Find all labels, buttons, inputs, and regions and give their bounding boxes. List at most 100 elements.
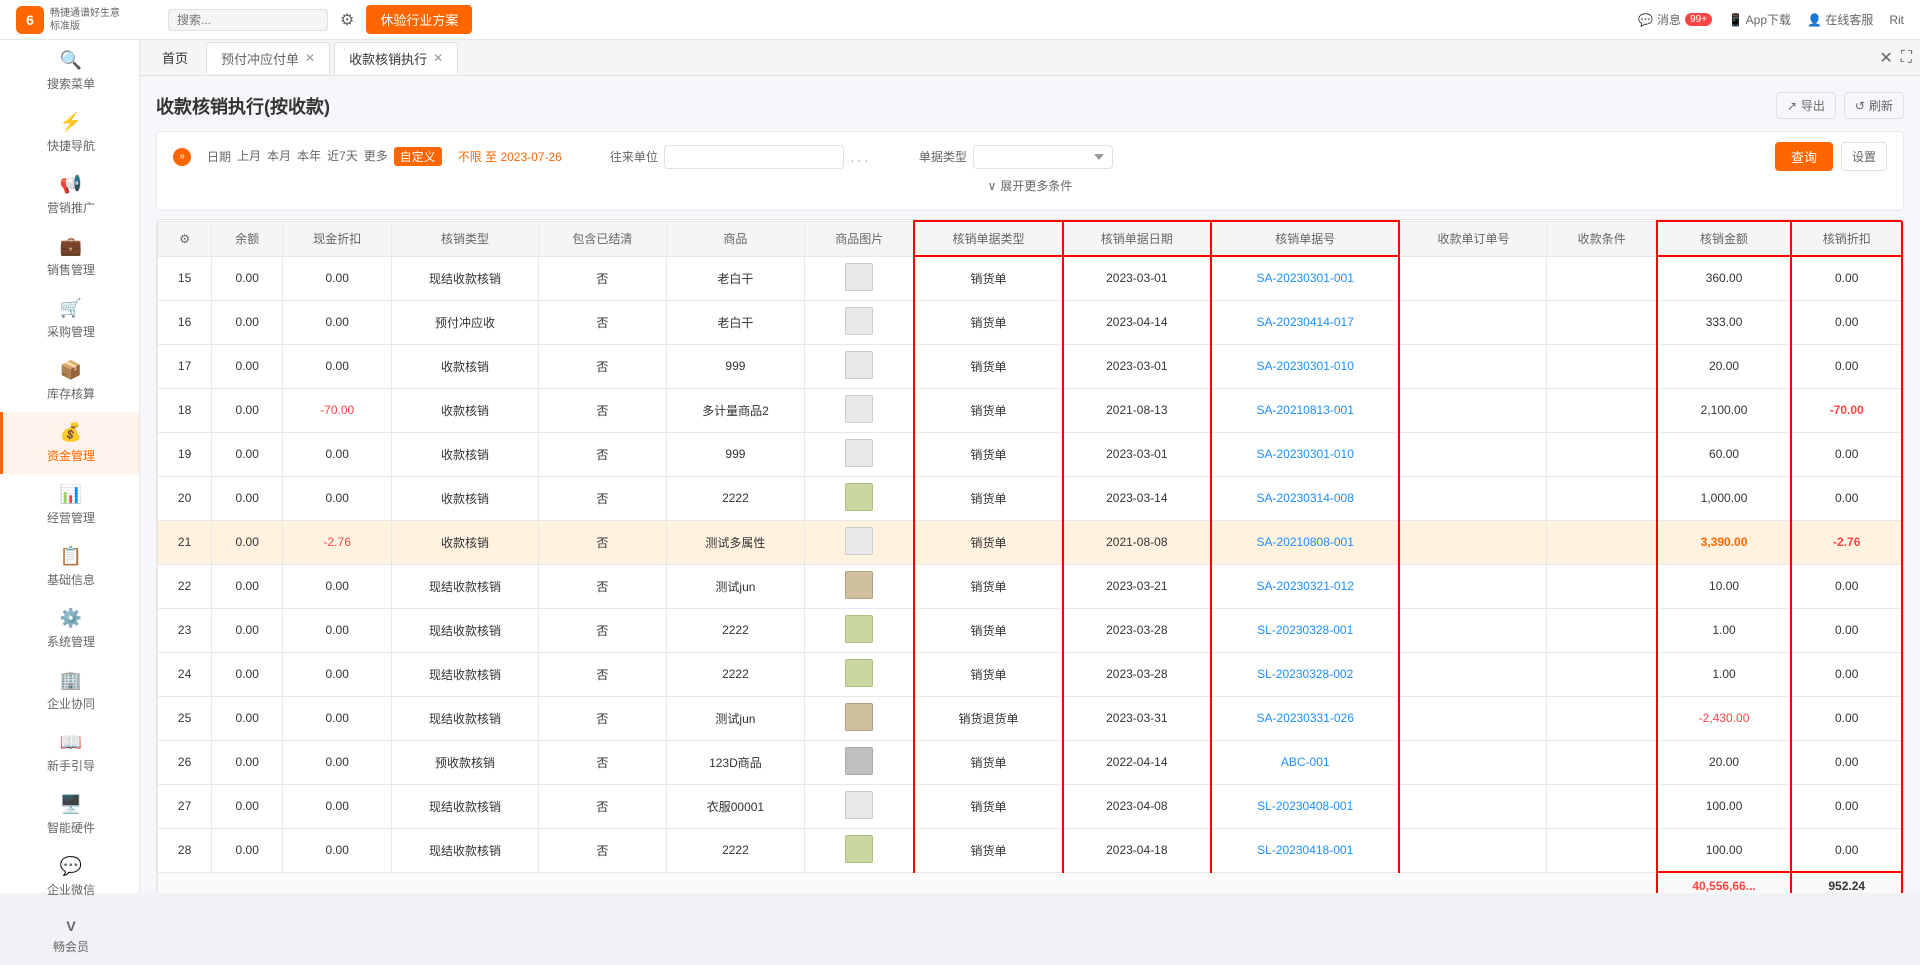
goods-image xyxy=(845,703,873,731)
row-bill-no[interactable]: SL-20230418-001 xyxy=(1211,828,1399,872)
sidebar-item-guide[interactable]: 📖 新手引导 xyxy=(0,722,139,784)
row-bill-no[interactable]: SA-20230331-026 xyxy=(1211,696,1399,740)
row-bill-no[interactable]: SA-20230414-017 xyxy=(1211,300,1399,344)
row-bill-no[interactable]: SA-20230321-012 xyxy=(1211,564,1399,608)
row-bill-no[interactable]: SL-20230328-002 xyxy=(1211,652,1399,696)
export-btn[interactable]: ↗ 导出 xyxy=(1776,92,1836,119)
settings-btn[interactable]: 设置 xyxy=(1841,142,1887,171)
row-goods-img xyxy=(805,256,915,300)
date-last-month[interactable]: 上月 xyxy=(237,147,261,166)
row-goods-img xyxy=(805,564,915,608)
bill-no-link[interactable]: SL-20230408-001 xyxy=(1257,799,1353,813)
settings-icon[interactable]: ⚙ xyxy=(340,10,354,30)
sidebar-item-marketing[interactable]: 📢 营销推广 xyxy=(0,164,139,226)
query-btn[interactable]: 查询 xyxy=(1775,142,1833,171)
sidebar-item-operations[interactable]: 📊 经营管理 xyxy=(0,474,139,536)
row-bill-no[interactable]: SL-20230328-001 xyxy=(1211,608,1399,652)
row-bill-no[interactable]: SA-20210813-001 xyxy=(1211,388,1399,432)
filter-bill-type: 单据类型 xyxy=(919,145,1113,169)
date-custom[interactable]: 自定义 xyxy=(394,147,442,166)
partner-input[interactable] xyxy=(664,145,844,169)
sidebar-item-hardware[interactable]: 🖥️ 智能硬件 xyxy=(0,784,139,846)
table-row: 15 0.00 0.00 现结收款核销 否 老白干 销货单 2023-03-01… xyxy=(158,256,1903,300)
user-info[interactable]: Rit xyxy=(1889,13,1904,27)
sidebar-item-enterprise[interactable]: 🏢 企业协同 xyxy=(0,660,139,722)
row-bill-no[interactable]: SA-20210808-001 xyxy=(1211,520,1399,564)
bill-no-link[interactable]: SA-20230301-010 xyxy=(1256,447,1353,461)
data-table: ⚙ 余额 现金折扣 核销类型 包含已结清 商品 商品图片 核销单据类型 核销单据… xyxy=(157,220,1903,893)
sidebar-item-purchase[interactable]: 🛒 采购管理 xyxy=(0,288,139,350)
bill-no-link[interactable]: SA-20230314-008 xyxy=(1256,491,1353,505)
date-this-year[interactable]: 本年 xyxy=(297,147,321,166)
system-icon: ⚙️ xyxy=(60,608,82,629)
online-service[interactable]: 👤 在线客服 xyxy=(1807,11,1873,28)
industry-btn[interactable]: 休验行业方案 xyxy=(366,5,472,34)
col-gear[interactable]: ⚙ xyxy=(158,221,212,256)
message-label: 消息 xyxy=(1657,11,1681,28)
sidebar-item-basic[interactable]: 📋 基础信息 xyxy=(0,536,139,598)
top-search-input[interactable] xyxy=(168,9,328,31)
date-last-7-days[interactable]: 近7天 xyxy=(327,147,358,166)
date-more[interactable]: 更多 xyxy=(364,147,388,166)
bill-no-link[interactable]: SL-20230328-002 xyxy=(1257,667,1353,681)
row-bill-no[interactable]: SL-20230408-001 xyxy=(1211,784,1399,828)
tab-expand-btn[interactable]: ⛶ xyxy=(1901,48,1912,68)
date-this-month[interactable]: 本月 xyxy=(267,147,291,166)
row-type: 预付冲应收 xyxy=(392,300,539,344)
bill-no-link[interactable]: SA-20230331-026 xyxy=(1256,711,1353,725)
page-title: 收款核销执行(按收款) xyxy=(156,93,330,119)
filter-collapse-btn[interactable]: » xyxy=(173,148,191,166)
row-settled: 否 xyxy=(538,520,666,564)
row-bill-no[interactable]: ABC-001 xyxy=(1211,740,1399,784)
bill-no-link[interactable]: SL-20230328-001 xyxy=(1257,623,1353,637)
row-bill-no[interactable]: SA-20230301-010 xyxy=(1211,432,1399,476)
row-bill-date: 2023-03-28 xyxy=(1063,652,1211,696)
filter-date: 日期 上月 本月 本年 近7天 更多 自定义 xyxy=(207,147,442,166)
sidebar-item-inventory[interactable]: 📦 库存核算 xyxy=(0,350,139,412)
expand-more-btn[interactable]: ∨ 展开更多条件 xyxy=(173,177,1887,194)
date-shortcuts: 上月 本月 本年 近7天 更多 自定义 xyxy=(237,147,442,166)
sidebar-item-sales[interactable]: 💼 销售管理 xyxy=(0,226,139,288)
sidebar-item-quick-nav[interactable]: ⚡ 快捷导航 xyxy=(0,102,139,164)
row-amount: 2,100.00 xyxy=(1657,388,1792,432)
bill-no-link[interactable]: SA-20230301-010 xyxy=(1256,359,1353,373)
row-bill-no[interactable]: SA-20230301-001 xyxy=(1211,256,1399,300)
tab-receipt-exec-close[interactable]: ✕ xyxy=(433,51,443,65)
bill-no-link[interactable]: SA-20210808-001 xyxy=(1256,535,1353,549)
bill-no-link[interactable]: SA-20230301-001 xyxy=(1256,271,1353,285)
tab-receipt-exec[interactable]: 收款核销执行 ✕ xyxy=(334,42,458,75)
sidebar-item-system[interactable]: ⚙️ 系统管理 xyxy=(0,598,139,660)
row-type: 现结收款核销 xyxy=(392,784,539,828)
sidebar-item-finance[interactable]: 💰 资金管理 xyxy=(0,412,139,474)
tab-prepayment[interactable]: 预付冲应付单 ✕ xyxy=(206,42,330,74)
row-receipt-no xyxy=(1399,388,1547,432)
tab-home[interactable]: 首页 xyxy=(148,42,202,73)
bill-no-link[interactable]: SL-20230418-001 xyxy=(1257,843,1353,857)
row-cash-discount: 0.00 xyxy=(283,696,392,740)
sidebar-item-member[interactable]: V 畅会员 xyxy=(0,908,139,965)
bill-no-link[interactable]: SA-20210813-001 xyxy=(1256,403,1353,417)
tab-prepayment-close[interactable]: ✕ xyxy=(305,51,315,65)
bill-type-select[interactable] xyxy=(973,145,1113,169)
bill-no-link[interactable]: SA-20230321-012 xyxy=(1256,579,1353,593)
sidebar-label-hardware: 智能硬件 xyxy=(47,819,95,836)
table-row: 16 0.00 0.00 预付冲应收 否 老白干 销货单 2023-04-14 … xyxy=(158,300,1903,344)
row-bill-no[interactable]: SA-20230301-010 xyxy=(1211,344,1399,388)
sidebar-item-wechat[interactable]: 💬 企业微信 xyxy=(0,846,139,908)
table-row: 27 0.00 0.00 现结收款核销 否 衣服00001 销货单 2023-0… xyxy=(158,784,1903,828)
bill-no-link[interactable]: SA-20230414-017 xyxy=(1256,315,1353,329)
row-cash-discount: 0.00 xyxy=(283,344,392,388)
bill-no-link[interactable]: ABC-001 xyxy=(1281,755,1330,769)
row-balance: 0.00 xyxy=(212,520,283,564)
purchase-icon: 🛒 xyxy=(60,298,82,319)
row-balance: 0.00 xyxy=(212,476,283,520)
marketing-icon: 📢 xyxy=(60,174,82,195)
main-area: 首页 预付冲应付单 ✕ 收款核销执行 ✕ ✕ ⛶ 收款核销执行(按收款) ↗ xyxy=(140,40,1920,893)
sidebar-item-search[interactable]: 🔍 搜索菜单 xyxy=(0,40,139,102)
messages-area[interactable]: 💬 消息 99+ xyxy=(1638,11,1712,28)
app-download[interactable]: 📱 App下载 xyxy=(1728,11,1791,28)
finance-icon: 💰 xyxy=(60,422,82,443)
row-bill-no[interactable]: SA-20230314-008 xyxy=(1211,476,1399,520)
refresh-btn[interactable]: ↺ 刷新 xyxy=(1844,92,1904,119)
tab-close-all-btn[interactable]: ✕ xyxy=(1879,48,1892,68)
